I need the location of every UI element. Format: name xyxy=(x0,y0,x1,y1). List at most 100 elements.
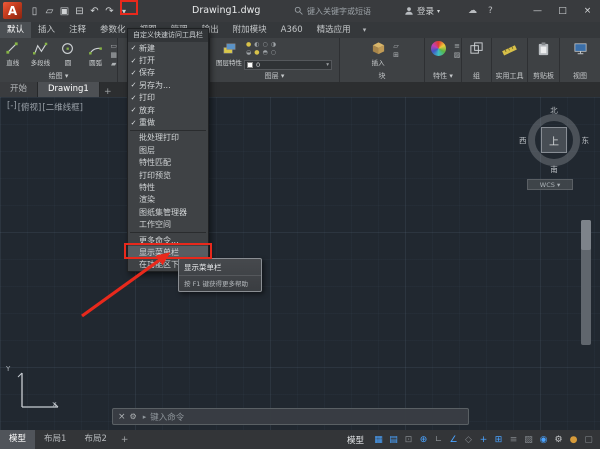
workspace-gear-icon[interactable]: ⚙ xyxy=(551,435,566,445)
minimize-button[interactable]: — xyxy=(525,0,550,22)
autocad-logo-icon[interactable]: A xyxy=(3,2,22,19)
undo-icon[interactable]: ↶ xyxy=(87,3,102,19)
insert-block-button[interactable]: 插入 xyxy=(365,40,391,69)
panel-label-groups[interactable]: 组 xyxy=(462,71,491,81)
menu-item-show-menu-bar[interactable]: 显示菜单栏 xyxy=(128,246,208,258)
panel-label-draw[interactable]: 绘图 ▾ xyxy=(0,71,117,81)
model-space-button[interactable]: 模型 xyxy=(347,434,364,446)
qat-customize-dropdown-button[interactable]: ▾ xyxy=(117,3,131,19)
new-icon[interactable]: ▯ xyxy=(27,3,42,19)
tab-insert[interactable]: 插入 xyxy=(31,22,62,38)
dynamic-input-icon[interactable]: ⊕ xyxy=(416,435,431,445)
snap-mode-icon[interactable]: ▤ xyxy=(386,435,401,445)
a360-cloud-icon[interactable]: ☁ xyxy=(468,6,477,16)
menu-item-match-properties[interactable]: 特性匹配 xyxy=(128,157,208,169)
rectangle-icon[interactable]: ▭ xyxy=(110,42,117,50)
navigation-bar-thumb[interactable] xyxy=(581,220,591,250)
linetype-icon[interactable]: ▨ xyxy=(454,51,461,59)
panel-label-block[interactable]: 块 xyxy=(340,71,424,81)
properties-wheel-button[interactable] xyxy=(426,40,452,69)
annotation-monitor-icon[interactable]: ● xyxy=(566,435,581,445)
layout-tab-model[interactable]: 模型 xyxy=(0,430,35,449)
line-tool-button[interactable]: 直线 xyxy=(0,40,26,69)
viewcube-south-label[interactable]: 南 xyxy=(519,164,589,175)
tab-a360[interactable]: A360 xyxy=(274,22,310,38)
help-icon[interactable]: ? xyxy=(488,6,493,16)
tab-featured-apps[interactable]: 精选应用 xyxy=(310,22,358,38)
visual-style-button[interactable]: [二维线框] xyxy=(42,101,83,113)
group-button[interactable] xyxy=(464,40,490,69)
signin-button[interactable]: 登录 ▾ xyxy=(404,0,440,22)
arc-tool-button[interactable]: 圆弧 xyxy=(83,40,109,69)
panel-label-clipboard[interactable]: 剪贴板 xyxy=(528,71,559,81)
menu-item-properties[interactable]: 特性 xyxy=(128,181,208,193)
hatch-icon[interactable]: ▦ xyxy=(110,51,117,59)
polyline-tool-button[interactable]: 多段线 xyxy=(28,40,54,69)
menu-item-render[interactable]: 渲染 xyxy=(128,194,208,206)
viewcube-east-label[interactable]: 东 xyxy=(582,135,590,146)
object-snap-tracking-icon[interactable]: + xyxy=(476,435,491,445)
menu-item-open[interactable]: ✓打开 xyxy=(128,54,208,66)
menu-item-workspace[interactable]: 工作空间 xyxy=(128,218,208,230)
measure-button[interactable] xyxy=(497,40,523,69)
menu-item-redo[interactable]: ✓重做 xyxy=(128,116,208,128)
open-icon[interactable]: ▱ xyxy=(42,3,57,19)
grid-icon[interactable]: ▦ xyxy=(371,435,386,445)
clean-screen-icon[interactable]: ▢ xyxy=(581,435,596,445)
infer-constraints-icon[interactable]: ⊡ xyxy=(401,435,416,445)
layer-on-icon[interactable]: ● xyxy=(246,42,251,48)
view-control-button[interactable]: [俯视] xyxy=(18,101,42,113)
panel-label-layers[interactable]: 图层 ▾ xyxy=(210,71,339,81)
command-line[interactable]: × ⚙ ▸ 键入命令 xyxy=(112,408,469,425)
object-snap-icon[interactable]: ⊞ xyxy=(491,435,506,445)
isodraft-icon[interactable]: ◇ xyxy=(461,435,476,445)
menu-item-batch-plot[interactable]: 批处理打印 xyxy=(128,132,208,144)
new-layout-button[interactable]: + xyxy=(116,435,134,445)
paste-button[interactable] xyxy=(531,40,557,69)
view-button[interactable] xyxy=(567,40,593,69)
menu-item-sheet-set-manager[interactable]: 图纸集管理器 xyxy=(128,206,208,218)
redo-icon[interactable]: ↷ xyxy=(102,3,117,19)
file-tab-start[interactable]: 开始 xyxy=(0,82,38,97)
viewcube[interactable]: 北 南 西 东 上 xyxy=(519,105,589,175)
layer-off-icon[interactable]: ◒ xyxy=(246,50,251,56)
viewcube-north-label[interactable]: 北 xyxy=(519,105,589,116)
layer-select-combo[interactable]: 0 ▾ xyxy=(244,60,332,70)
ribbon-minimize-caret-icon[interactable]: ▾ xyxy=(363,26,367,34)
edit-block-icon[interactable]: ⊞ xyxy=(393,51,399,59)
help-search-box[interactable]: 键入关键字或短语 xyxy=(294,0,371,22)
layout-tab-layout2[interactable]: 布局2 xyxy=(75,430,115,449)
match-properties-icon[interactable]: ≡ xyxy=(454,42,461,50)
transparency-icon[interactable]: ▨ xyxy=(521,435,536,445)
tab-home[interactable]: 默认 xyxy=(0,22,31,38)
command-customize-icon[interactable]: ⚙ xyxy=(130,412,137,421)
plot-icon[interactable]: ⊟ xyxy=(72,3,87,19)
layer-thaw-icon[interactable]: ● xyxy=(254,50,259,56)
circle-tool-button[interactable]: 圆 xyxy=(55,40,81,69)
panel-label-view[interactable]: 视图 xyxy=(560,71,600,81)
drawing-area[interactable]: [-] [俯视] [二维线框] 北 南 西 东 上 WCS ▾ Y X × ⚙ … xyxy=(0,97,600,430)
new-drawing-tab-button[interactable]: + xyxy=(100,87,116,97)
navigation-bar[interactable] xyxy=(581,220,591,345)
close-button[interactable]: × xyxy=(575,0,600,22)
layer-unlock-icon[interactable]: ◓ xyxy=(263,50,268,56)
maximize-button[interactable]: □ xyxy=(550,0,575,22)
viewport-menu-button[interactable]: [-] xyxy=(7,101,17,113)
command-close-icon[interactable]: × xyxy=(118,412,126,422)
lineweight-icon[interactable]: ≡ xyxy=(506,435,521,445)
layout-tab-layout1[interactable]: 布局1 xyxy=(35,430,75,449)
panel-label-utilities[interactable]: 实用工具 xyxy=(492,71,527,81)
panel-label-properties[interactable]: 特性 ▾ xyxy=(425,71,461,81)
annotation-scale-icon[interactable]: ◉ xyxy=(536,435,551,445)
create-block-icon[interactable]: ▱ xyxy=(393,42,399,50)
menu-item-new[interactable]: ✓新建 xyxy=(128,42,208,54)
menu-item-more-commands[interactable]: 更多命令... xyxy=(128,234,208,246)
layer-freeze-icon[interactable]: ◐ xyxy=(254,42,259,48)
layer-walk-icon[interactable]: ○ xyxy=(271,50,276,56)
menu-item-layer[interactable]: 图层 xyxy=(128,144,208,156)
wcs-dropdown[interactable]: WCS ▾ xyxy=(527,179,573,190)
menu-item-saveas[interactable]: ✓另存为... xyxy=(128,79,208,91)
ortho-icon[interactable]: ∟ xyxy=(431,435,446,445)
viewcube-top-face[interactable]: 上 xyxy=(541,127,567,153)
menu-item-plot[interactable]: ✓打印 xyxy=(128,92,208,104)
